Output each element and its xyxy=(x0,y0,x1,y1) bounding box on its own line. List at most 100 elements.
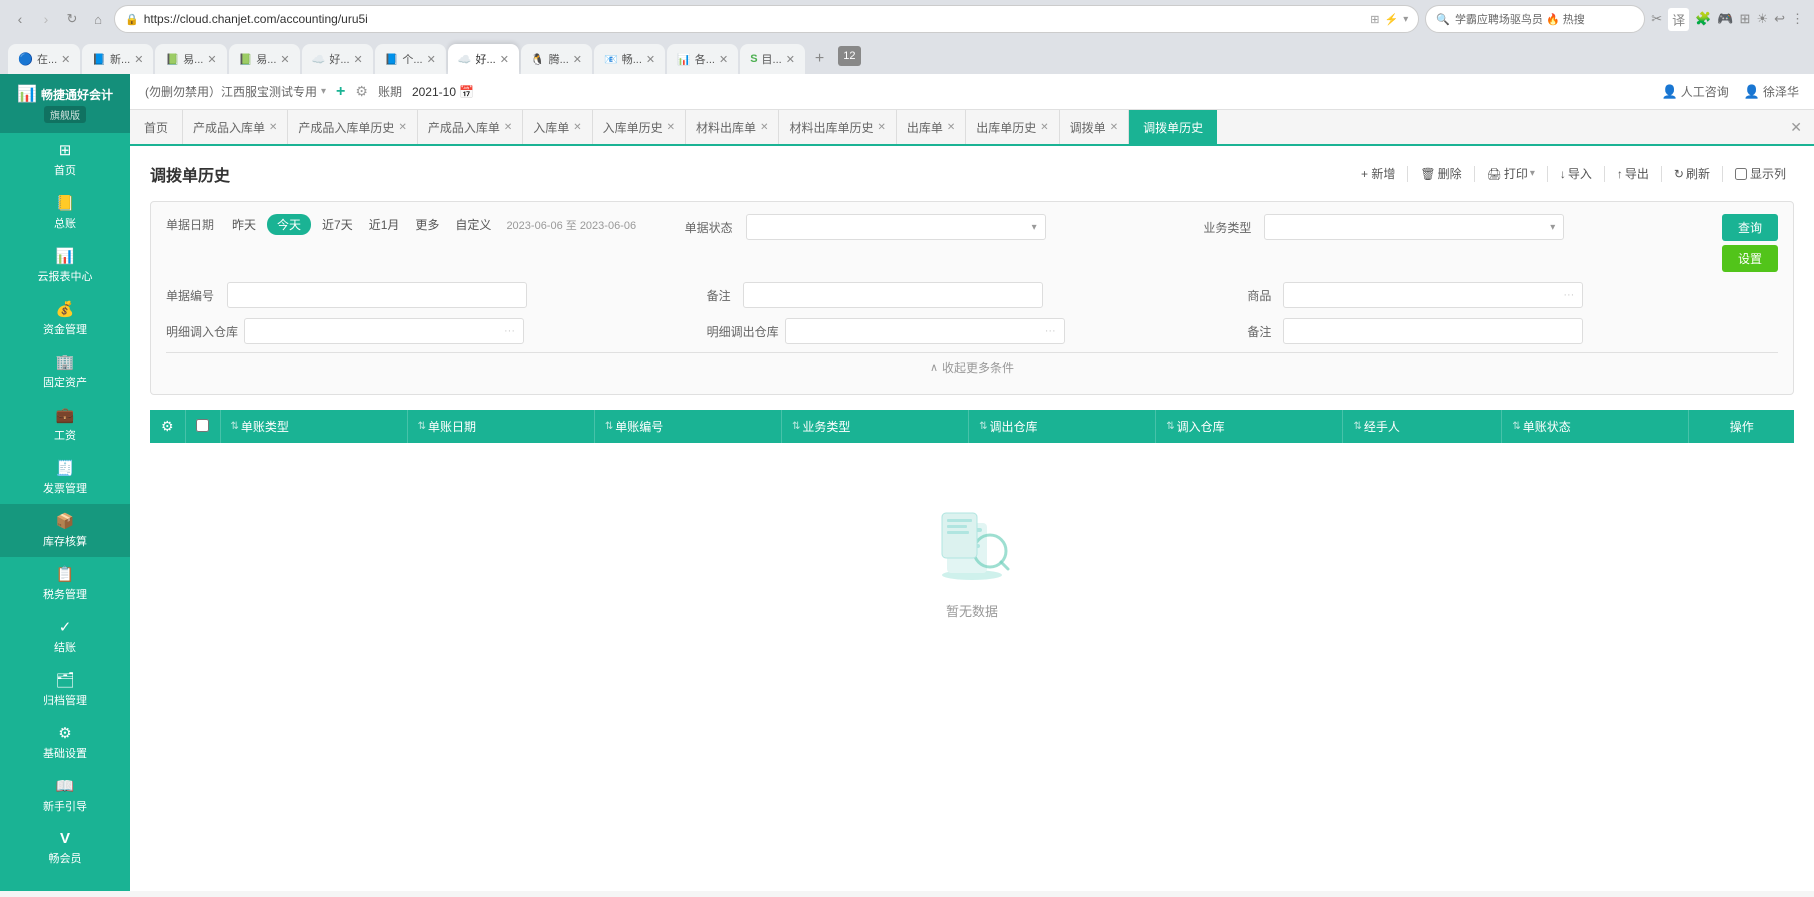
tab-close-3[interactable]: ✕ xyxy=(504,122,512,133)
browser-tab-9[interactable]: 📊 各... ✕ xyxy=(667,44,738,74)
date-today-btn[interactable]: 今天 xyxy=(267,214,311,235)
tab-close-9[interactable]: ✕ xyxy=(1040,122,1048,133)
goods-filter-input[interactable]: ··· xyxy=(1283,282,1583,308)
tab-product-inbound2[interactable]: 产成品入库单 ✕ xyxy=(418,110,523,145)
browser-home-btn[interactable]: ⌂ xyxy=(88,9,108,29)
tab-close-7[interactable]: ✕ xyxy=(877,122,885,133)
browser-forward-btn[interactable]: › xyxy=(36,9,56,29)
display-cols-input[interactable] xyxy=(1735,168,1747,180)
sidebar-item-guide[interactable]: 📖 新手引导 xyxy=(0,769,130,822)
browser-tab-7[interactable]: 🐧 腾... ✕ xyxy=(521,44,592,74)
print-btn[interactable]: 🖨 打印 ▾ xyxy=(1479,161,1543,186)
tab-product-inbound-history[interactable]: 产成品入库单历史 ✕ xyxy=(288,110,417,145)
tab-close-1[interactable]: ✕ xyxy=(269,122,277,133)
tab-outbound-history[interactable]: 出库单历史 ✕ xyxy=(966,110,1059,145)
user-btn[interactable]: 👤 徐泽华 xyxy=(1744,83,1799,100)
note-filter-input[interactable] xyxy=(743,282,1043,308)
th-doc-type[interactable]: ⇅ 单账类型 xyxy=(220,410,407,443)
query-button[interactable]: 查询 xyxy=(1722,214,1778,241)
tab-product-inbound[interactable]: 产成品入库单 ✕ xyxy=(183,110,288,145)
th-gear[interactable]: ⚙ xyxy=(150,410,185,443)
date-yesterday-btn[interactable]: 昨天 xyxy=(227,214,261,235)
company-selector[interactable]: (勿删勿禁用）江西服宝测试专用 ▾ xyxy=(145,83,326,100)
tab-close-5[interactable]: ✕ xyxy=(667,122,675,133)
sidebar-item-home[interactable]: ⊞ 首页 xyxy=(0,133,130,186)
date-more-btn[interactable]: 更多 xyxy=(410,214,444,235)
settings-gear-icon[interactable]: ⚙ xyxy=(355,83,368,100)
th-check[interactable] xyxy=(185,410,220,443)
export-btn[interactable]: ↑ 导出 xyxy=(1609,161,1657,186)
tab-transfer[interactable]: 调拨单 ✕ xyxy=(1060,110,1129,145)
tab-close-2[interactable]: ✕ xyxy=(398,122,406,133)
add-company-btn[interactable]: + xyxy=(336,83,345,101)
tab-close-6[interactable]: ✕ xyxy=(760,122,768,133)
tab-material-outbound[interactable]: 材料出库单 ✕ xyxy=(686,110,779,145)
browser-tab-6[interactable]: 📘 个... ✕ xyxy=(375,44,446,74)
tab-close-all[interactable]: ✕ xyxy=(1778,119,1814,136)
new-btn[interactable]: + 新增 xyxy=(1353,161,1403,186)
tab-close-8[interactable]: ✕ xyxy=(947,122,955,133)
status-select[interactable]: ▾ xyxy=(746,214,1046,240)
sidebar-label-capital: 资金管理 xyxy=(43,321,87,337)
date-7days-btn[interactable]: 近7天 xyxy=(317,214,358,235)
detail-in-input[interactable]: ··· xyxy=(244,318,524,344)
browser-tab-3[interactable]: 📗 易... ✕ xyxy=(155,44,226,74)
th-doc-no[interactable]: ⇅ 单账编号 xyxy=(594,410,781,443)
tab-inbound-history[interactable]: 入库单历史 ✕ xyxy=(593,110,686,145)
th-in-warehouse[interactable]: ⇅ 调入仓库 xyxy=(1156,410,1343,443)
th-doc-date[interactable]: ⇅ 单账日期 xyxy=(407,410,594,443)
doc-number-input[interactable] xyxy=(227,282,527,308)
sidebar-item-fixed-assets[interactable]: 🏢 固定资产 xyxy=(0,345,130,398)
tab-home[interactable]: 首页 xyxy=(130,110,183,145)
refresh-btn[interactable]: ↻ 刷新 xyxy=(1666,161,1718,186)
sidebar-item-archive[interactable]: 🗂 归档管理 xyxy=(0,663,130,716)
filter-collapse-bar[interactable]: ∧ 收起更多条件 xyxy=(166,352,1778,382)
browser-tab-active[interactable]: ☁️ 好... ✕ xyxy=(448,44,519,74)
new-tab-btn[interactable]: + xyxy=(807,44,832,74)
note2-filter-input[interactable] xyxy=(1283,318,1583,344)
empty-text: 暂无数据 xyxy=(150,601,1794,620)
browser-tab-8[interactable]: 📧 畅... ✕ xyxy=(594,44,665,74)
date-custom-btn[interactable]: 自定义 xyxy=(450,214,496,235)
delete-btn[interactable]: 🗑 删除 xyxy=(1412,161,1469,186)
sidebar-item-ledger[interactable]: 📒 总账 xyxy=(0,186,130,239)
th-handler[interactable]: ⇅ 经手人 xyxy=(1343,410,1502,443)
settings-button[interactable]: 设置 xyxy=(1722,245,1778,272)
sidebar-item-tax[interactable]: 📋 税务管理 xyxy=(0,557,130,610)
browser-address-bar[interactable]: 🔒 https://cloud.chanjet.com/accounting/u… xyxy=(114,5,1419,33)
tab-material-outbound-history[interactable]: 材料出库单历史 ✕ xyxy=(779,110,896,145)
browser-tab-2[interactable]: 📘 新... ✕ xyxy=(82,44,153,74)
tab-close-10[interactable]: ✕ xyxy=(1110,122,1118,133)
browser-tab-5[interactable]: ☁️ 好... ✕ xyxy=(302,44,373,74)
detail-out-input[interactable]: ··· xyxy=(785,318,1065,344)
date-month-btn[interactable]: 近1月 xyxy=(364,214,405,235)
display-cols-checkbox[interactable]: 显示列 xyxy=(1727,161,1794,186)
th-out-warehouse[interactable]: ⇅ 调出仓库 xyxy=(969,410,1156,443)
th-doc-status[interactable]: ⇅ 单账状态 xyxy=(1502,410,1689,443)
tab-transfer-history[interactable]: 调拨单历史 xyxy=(1129,110,1217,145)
select-all-checkbox[interactable] xyxy=(196,419,209,432)
sidebar-item-settings[interactable]: ⚙ 基础设置 xyxy=(0,716,130,769)
browser-tab-4[interactable]: 📗 易... ✕ xyxy=(229,44,300,74)
browser-tab-10[interactable]: S 目... ✕ xyxy=(740,44,805,74)
browser-tab-1[interactable]: 🔵 在... ✕ xyxy=(8,44,80,74)
biz-type-select[interactable]: ▾ xyxy=(1264,214,1564,240)
th-biz-type[interactable]: ⇅ 业务类型 xyxy=(781,410,968,443)
sidebar-item-reports[interactable]: 📊 云报表中心 xyxy=(0,239,130,292)
tab-inbound[interactable]: 入库单 ✕ xyxy=(523,110,592,145)
page-tab-bar: 首页 产成品入库单 ✕ 产成品入库单历史 ✕ 产成品入库单 ✕ 入库单 ✕ 入库… xyxy=(130,110,1814,146)
sidebar-item-invoice[interactable]: 🧾 发票管理 xyxy=(0,451,130,504)
tab-outbound[interactable]: 出库单 ✕ xyxy=(897,110,966,145)
sidebar-item-member[interactable]: V 畅会员 xyxy=(0,822,130,874)
sidebar-item-inventory[interactable]: 📦 库存核算 xyxy=(0,504,130,557)
import-btn[interactable]: ↓ 导入 xyxy=(1552,161,1600,186)
browser-back-btn[interactable]: ‹ xyxy=(10,9,30,29)
tab-close-4[interactable]: ✕ xyxy=(573,122,581,133)
sidebar-item-capital[interactable]: 💰 资金管理 xyxy=(0,292,130,345)
sidebar-item-closing[interactable]: ✓ 结账 xyxy=(0,610,130,663)
period-value[interactable]: 2021-10 📅 xyxy=(412,85,474,99)
sidebar-item-payroll[interactable]: 💼 工资 xyxy=(0,398,130,451)
browser-refresh-btn[interactable]: ↻ xyxy=(62,9,82,29)
browser-search-bar[interactable]: 🔍 学霸应聘场驱鸟员 🔥 热搜 xyxy=(1425,5,1645,33)
service-btn[interactable]: 👤 人工咨询 xyxy=(1662,83,1729,100)
